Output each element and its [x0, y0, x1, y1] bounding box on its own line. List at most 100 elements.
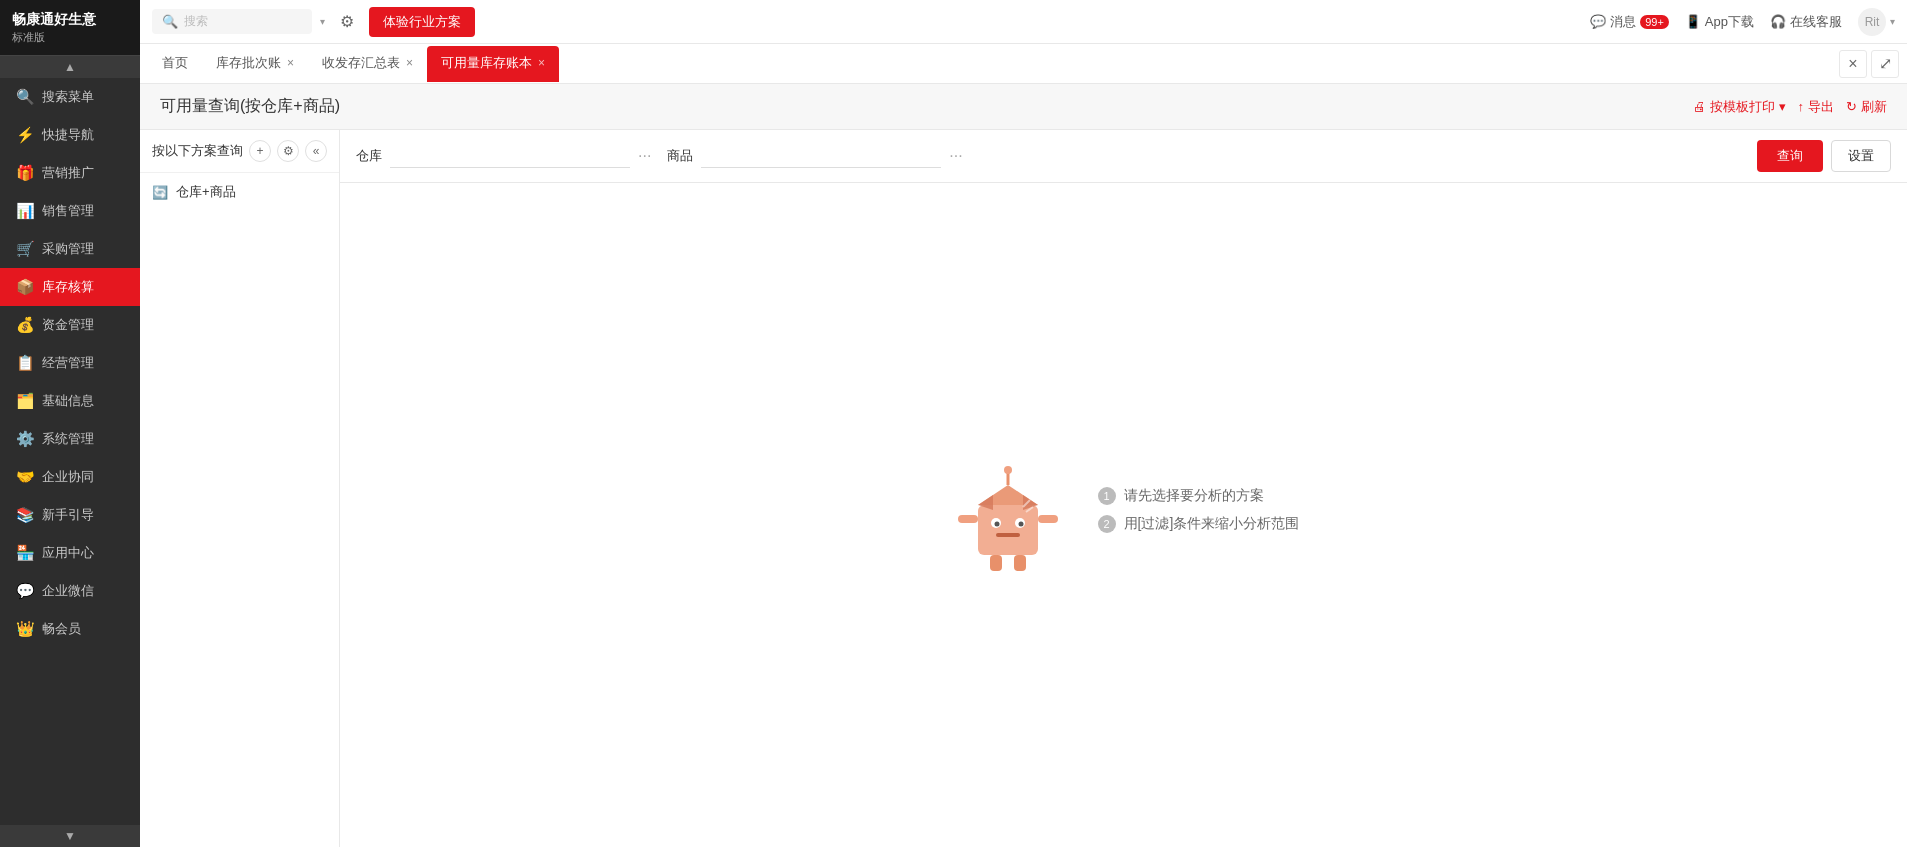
industry-solution-button[interactable]: 体验行业方案: [369, 7, 475, 37]
robot-svg: [948, 455, 1068, 575]
message-badge: 99+: [1640, 15, 1669, 29]
tab-available-ledger-label: 可用量库存账本: [441, 54, 532, 72]
app-download-icon: 📱: [1685, 14, 1701, 29]
export-button[interactable]: ↑ 导出: [1798, 98, 1835, 116]
settings-scheme-button[interactable]: ⚙: [277, 140, 299, 162]
print-label: 按模板打印: [1710, 98, 1775, 116]
collapse-panel-button[interactable]: «: [305, 140, 327, 162]
company-name: 畅康通好生意: [12, 10, 128, 30]
online-service-label: 在线客服: [1790, 13, 1842, 31]
settings-gear-icon[interactable]: ⚙: [333, 8, 361, 36]
filter-bar: 仓库 ··· 商品 ··· 查询 设置: [340, 130, 1907, 183]
sidebar-item-vip-member[interactable]: 👑 畅会员: [0, 610, 140, 648]
sidebar-logo: 畅康通好生意 标准版: [0, 0, 140, 56]
sidebar-item-label: 快捷导航: [42, 126, 94, 144]
tab-available-ledger-close-icon[interactable]: ×: [538, 56, 545, 70]
left-panel-header-actions: + ⚙ «: [249, 140, 327, 162]
dropdown-chevron-icon[interactable]: ▾: [320, 16, 325, 27]
warehouse-filter-label: 仓库: [356, 147, 382, 165]
svg-rect-11: [990, 555, 1002, 571]
version-label: 标准版: [12, 30, 128, 45]
tab-available-ledger[interactable]: 可用量库存账本 ×: [427, 46, 559, 82]
main-area: 🔍 搜索 ▾ ⚙ 体验行业方案 💬 消息 99+ 📱 App下载 🎧 在线客服 …: [140, 0, 1907, 847]
sidebar-item-label: 营销推广: [42, 164, 94, 182]
svg-rect-9: [958, 515, 978, 523]
enterprise-wechat-icon: 💬: [16, 582, 34, 600]
enterprise-coop-icon: 🤝: [16, 468, 34, 486]
add-scheme-button[interactable]: +: [249, 140, 271, 162]
message-label: 消息: [1610, 13, 1636, 31]
svg-rect-8: [996, 533, 1020, 537]
tab-batch-account-label: 库存批次账: [216, 54, 281, 72]
sidebar-item-label: 销售管理: [42, 202, 94, 220]
sidebar-item-app-center[interactable]: 🏪应用中心: [0, 534, 140, 572]
sidebar-item-shortcut[interactable]: ⚡快捷导航: [0, 116, 140, 154]
print-chevron-icon: ▾: [1779, 99, 1786, 114]
sidebar-item-label: 畅会员: [42, 620, 81, 638]
sidebar-item-label: 企业微信: [42, 582, 94, 600]
sidebar-item-new-guide[interactable]: 📚新手引导: [0, 496, 140, 534]
sidebar-item-sales-mgmt[interactable]: 📊 销售管理: [0, 192, 140, 230]
tab-recv-summary-label: 收发存汇总表: [322, 54, 400, 72]
search-placeholder: 搜索: [184, 13, 208, 30]
sidebar-item-sys-mgmt[interactable]: ⚙️系统管理: [0, 420, 140, 458]
sidebar-item-search[interactable]: 🔍搜索菜单: [0, 78, 140, 116]
scheme-item-warehouse-product[interactable]: 🔄 仓库+商品: [140, 173, 339, 211]
page-header: 可用量查询(按仓库+商品) 🖨 按模板打印 ▾ ↑ 导出 ↻ 刷新: [140, 84, 1907, 130]
topbar-right: 💬 消息 99+ 📱 App下载 🎧 在线客服 Rit ▾: [1590, 8, 1895, 36]
tab-batch-account[interactable]: 库存批次账 ×: [202, 46, 308, 82]
message-button[interactable]: 💬 消息 99+: [1590, 13, 1669, 31]
sidebar-item-label: 库存核算: [42, 278, 94, 296]
left-panel-title: 按以下方案查询: [152, 142, 243, 160]
tab-batch-account-close-icon[interactable]: ×: [287, 56, 294, 70]
export-icon: ↑: [1798, 99, 1805, 114]
page-header-actions: 🖨 按模板打印 ▾ ↑ 导出 ↻ 刷新: [1693, 98, 1888, 116]
sidebar-item-label: 基础信息: [42, 392, 94, 410]
filter-settings-button[interactable]: 设置: [1831, 140, 1891, 172]
warehouse-more-icon[interactable]: ···: [638, 147, 651, 165]
sidebar-scroll-up[interactable]: ▲: [0, 56, 140, 78]
refresh-label: 刷新: [1861, 98, 1887, 116]
tab-home-label: 首页: [162, 54, 188, 72]
product-filter-input[interactable]: [701, 144, 941, 168]
topbar-search[interactable]: 🔍 搜索: [152, 9, 312, 34]
warehouse-filter-input[interactable]: [390, 144, 630, 168]
warehouse-filter-group: 仓库 ···: [356, 144, 651, 168]
tab-expand-button[interactable]: ⤢: [1871, 50, 1899, 78]
step2-text: 用[过滤]条件来缩小分析范围: [1124, 515, 1300, 533]
headset-icon: 🎧: [1770, 14, 1786, 29]
sidebar: 畅康通好生意 标准版 ▲ 🔍搜索菜单⚡快捷导航🎁营销推广 📊 销售管理 🛒采购管理📦库…: [0, 0, 140, 847]
user-profile-button[interactable]: Rit ▾: [1858, 8, 1895, 36]
sidebar-item-label: 新手引导: [42, 506, 94, 524]
sidebar-item-purchase-mgmt[interactable]: 🛒采购管理: [0, 230, 140, 268]
sys-mgmt-icon: ⚙️: [16, 430, 34, 448]
product-more-icon[interactable]: ···: [949, 147, 962, 165]
tab-recv-summary[interactable]: 收发存汇总表 ×: [308, 46, 427, 82]
ops-mgmt-icon: 📋: [16, 354, 34, 372]
sidebar-item-inventory-calc[interactable]: 📦库存核算: [0, 268, 140, 306]
sidebar-item-enterprise-wechat[interactable]: 💬 企业微信: [0, 572, 140, 610]
sales-mgmt-icon: 📊: [16, 202, 34, 220]
app-download-button[interactable]: 📱 App下载: [1685, 13, 1754, 31]
sidebar-item-fund-mgmt[interactable]: 💰资金管理: [0, 306, 140, 344]
tab-recv-summary-close-icon[interactable]: ×: [406, 56, 413, 70]
online-service-button[interactable]: 🎧 在线客服: [1770, 13, 1842, 31]
sidebar-item-basic-info[interactable]: 🗂️基础信息: [0, 382, 140, 420]
sidebar-item-marketing-promo[interactable]: 🎁营销推广: [0, 154, 140, 192]
sidebar-item-enterprise-coop[interactable]: 🤝企业协同: [0, 458, 140, 496]
right-panel: 仓库 ··· 商品 ··· 查询 设置: [340, 130, 1907, 847]
message-icon: 💬: [1590, 14, 1606, 29]
svg-rect-12: [1014, 555, 1026, 571]
tabbar: 首页 库存批次账 × 收发存汇总表 × 可用量库存账本 × × ⤢: [140, 44, 1907, 84]
tab-close-button[interactable]: ×: [1839, 50, 1867, 78]
refresh-button[interactable]: ↻ 刷新: [1846, 98, 1887, 116]
sidebar-item-ops-mgmt[interactable]: 📋经营管理: [0, 344, 140, 382]
empty-step1: 1 请先选择要分析的方案: [1098, 487, 1300, 505]
print-template-button[interactable]: 🖨 按模板打印 ▾: [1693, 98, 1786, 116]
vip-member-icon: 👑: [16, 620, 34, 638]
topbar: 🔍 搜索 ▾ ⚙ 体验行业方案 💬 消息 99+ 📱 App下载 🎧 在线客服 …: [140, 0, 1907, 44]
search-icon: 🔍: [16, 88, 34, 106]
tab-home[interactable]: 首页: [148, 46, 202, 82]
query-button[interactable]: 查询: [1757, 140, 1823, 172]
sidebar-scroll-down[interactable]: ▼: [0, 825, 140, 847]
